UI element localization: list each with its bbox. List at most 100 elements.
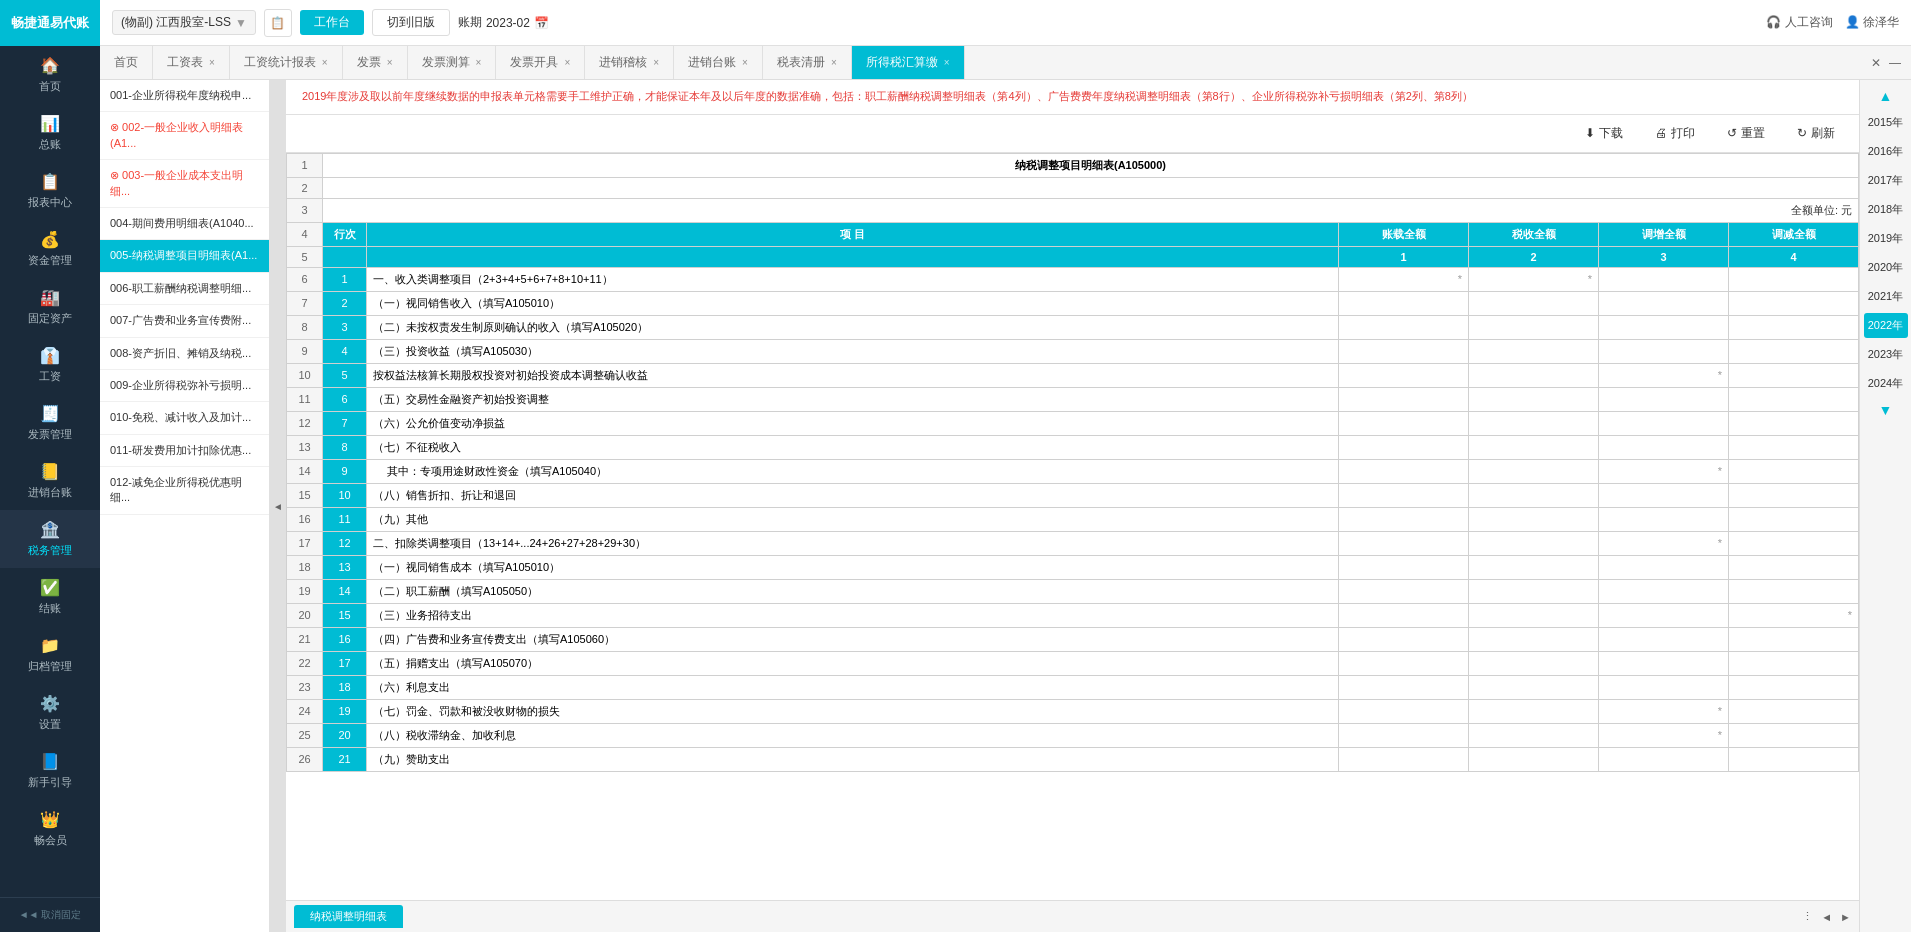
table-wrapper[interactable]: 1 纳税调整项目明细表(A105000) 2 3 全额单位 xyxy=(286,153,1859,900)
tab-invoice-open-close[interactable]: × xyxy=(564,57,570,68)
sheet-tab[interactable]: 纳税调整明细表 xyxy=(294,905,403,928)
left-panel-item-002[interactable]: 002-一般企业收入明细表(A1... xyxy=(100,112,269,160)
tab-tax-table-close[interactable]: × xyxy=(831,57,837,68)
item-text[interactable]: 一、收入类调整项目（2+3+4+5+6+7+8+10+11） xyxy=(367,267,1339,291)
tab-purchase-ledger[interactable]: 进销台账 × xyxy=(674,46,763,79)
panel-collapse-arrow[interactable]: ◄ xyxy=(270,80,286,932)
tab-invoice-open[interactable]: 发票开具 × xyxy=(496,46,585,79)
sidebar-footer[interactable]: ◄◄ 取消固定 xyxy=(0,897,100,932)
user-avatar[interactable]: 👤 徐泽华 xyxy=(1845,14,1899,31)
service-button[interactable]: 🎧 人工咨询 xyxy=(1766,14,1832,31)
tab-purchase-ledger-close[interactable]: × xyxy=(742,57,748,68)
year-2024[interactable]: 2024年 xyxy=(1864,371,1908,396)
close-all-icon[interactable]: ✕ xyxy=(1871,56,1881,70)
year-2015[interactable]: 2015年 xyxy=(1864,110,1908,135)
item-text[interactable]: （一）视同销售成本（填写A105010） xyxy=(367,555,1339,579)
sidebar-item-settings[interactable]: ⚙️ 设置 xyxy=(0,684,100,742)
horizontal-scroll-right[interactable]: ► xyxy=(1840,911,1851,923)
tab-income-tax-close[interactable]: × xyxy=(944,57,950,68)
item-text[interactable]: （七）罚金、罚款和被没收财物的损失 xyxy=(367,699,1339,723)
item-text[interactable]: （九）其他 xyxy=(367,507,1339,531)
item-text[interactable]: 其中：专项用途财政性资金（填写A105040） xyxy=(367,459,1339,483)
download-button[interactable]: ⬇ 下载 xyxy=(1577,121,1631,146)
item-text[interactable]: （四）广告费和业务宣传费支出（填写A105060） xyxy=(367,627,1339,651)
tab-purchase-check-close[interactable]: × xyxy=(653,57,659,68)
left-panel-item-006[interactable]: 006-职工薪酬纳税调整明细... xyxy=(100,273,269,305)
minimize-icon[interactable]: — xyxy=(1889,56,1901,70)
left-panel-item-007[interactable]: 007-广告费和业务宣传费附... xyxy=(100,305,269,337)
tab-salary-close[interactable]: × xyxy=(209,57,215,68)
year-2016[interactable]: 2016年 xyxy=(1864,139,1908,164)
year-2022[interactable]: 2022年 xyxy=(1864,313,1908,338)
col-num-3: 3 xyxy=(1599,246,1729,267)
left-panel-item-005[interactable]: 005-纳税调整项目明细表(A1... xyxy=(100,240,269,272)
year-2019[interactable]: 2019年 xyxy=(1864,226,1908,251)
workspace-button[interactable]: 工作台 xyxy=(300,10,364,35)
year-2021[interactable]: 2021年 xyxy=(1864,284,1908,309)
refresh-button[interactable]: ↻ 刷新 xyxy=(1789,121,1843,146)
report-icon: 📋 xyxy=(40,172,60,191)
period-selector[interactable]: 账期 2023-02 📅 xyxy=(458,14,549,31)
item-text[interactable]: （五）交易性金融资产初始投资调整 xyxy=(367,387,1339,411)
tab-salary[interactable]: 工资表 × xyxy=(153,46,230,79)
company-selector[interactable]: (物副) 江西股室-LSS ▼ xyxy=(112,10,256,35)
sidebar-item-invoice[interactable]: 🧾 发票管理 xyxy=(0,394,100,452)
left-panel-item-010[interactable]: 010-免税、减计收入及加计... xyxy=(100,402,269,434)
tab-purchase-check[interactable]: 进销稽核 × xyxy=(585,46,674,79)
year-2020[interactable]: 2020年 xyxy=(1864,255,1908,280)
table-row: 13 8 （七）不征税收入 xyxy=(287,435,1859,459)
left-panel-item-003[interactable]: 003-一般企业成本支出明细... xyxy=(100,160,269,208)
sidebar-item-assets[interactable]: 🏭 固定资产 xyxy=(0,278,100,336)
year-nav-up[interactable]: ▲ xyxy=(1864,84,1908,108)
left-panel-item-001[interactable]: 001-企业所得税年度纳税申... xyxy=(100,80,269,112)
left-panel-item-012[interactable]: 012-减免企业所得税优惠明细... xyxy=(100,467,269,515)
left-panel-item-009[interactable]: 009-企业所得税弥补亏损明... xyxy=(100,370,269,402)
tab-invoice-calc[interactable]: 发票测算 × xyxy=(408,46,497,79)
sidebar-item-ledger[interactable]: 📊 总账 xyxy=(0,104,100,162)
sidebar-item-finance[interactable]: 💰 资金管理 xyxy=(0,220,100,278)
switch-old-button[interactable]: 切到旧版 xyxy=(372,9,450,36)
sidebar-item-home[interactable]: 🏠 首页 xyxy=(0,46,100,104)
item-text[interactable]: （九）赞助支出 xyxy=(367,747,1339,771)
reset-button[interactable]: ↺ 重置 xyxy=(1719,121,1773,146)
item-text[interactable]: （七）不征税收入 xyxy=(367,435,1339,459)
tab-invoice-calc-close[interactable]: × xyxy=(476,57,482,68)
year-nav-down[interactable]: ▼ xyxy=(1864,398,1908,422)
sidebar-item-tax[interactable]: 🏦 税务管理 xyxy=(0,510,100,568)
tab-salary-report-close[interactable]: × xyxy=(322,57,328,68)
item-text[interactable]: （六）公允价值变动净损益 xyxy=(367,411,1339,435)
item-text[interactable]: （三）业务招待支出 xyxy=(367,603,1339,627)
sidebar-item-vip[interactable]: 👑 畅会员 xyxy=(0,800,100,858)
year-2018[interactable]: 2018年 xyxy=(1864,197,1908,222)
item-text[interactable]: （八）税收滞纳金、加收利息 xyxy=(367,723,1339,747)
sidebar-item-purchase[interactable]: 📒 进销台账 xyxy=(0,452,100,510)
tab-invoice-close[interactable]: × xyxy=(387,57,393,68)
item-text[interactable]: （二）职工薪酬（填写A105050） xyxy=(367,579,1339,603)
item-text[interactable]: （八）销售折扣、折让和退回 xyxy=(367,483,1339,507)
sidebar-item-closing[interactable]: ✅ 结账 xyxy=(0,568,100,626)
item-text[interactable]: （一）视同销售收入（填写A105010） xyxy=(367,291,1339,315)
item-text[interactable]: （二）未按权责发生制原则确认的收入（填写A105020） xyxy=(367,315,1339,339)
sidebar-item-guide[interactable]: 📘 新手引导 xyxy=(0,742,100,800)
left-panel-item-004[interactable]: 004-期间费用明细表(A1040... xyxy=(100,208,269,240)
tab-invoice[interactable]: 发票 × xyxy=(343,46,408,79)
tab-salary-report[interactable]: 工资统计报表 × xyxy=(230,46,343,79)
item-text[interactable]: 二、扣除类调整项目（13+14+...24+26+27+28+29+30） xyxy=(367,531,1339,555)
year-2017[interactable]: 2017年 xyxy=(1864,168,1908,193)
tab-tax-table[interactable]: 税表清册 × xyxy=(763,46,852,79)
year-2023[interactable]: 2023年 xyxy=(1864,342,1908,367)
item-text[interactable]: （六）利息支出 xyxy=(367,675,1339,699)
item-text[interactable]: 按权益法核算长期股权投资对初始投资成本调整确认收益 xyxy=(367,363,1339,387)
tab-home[interactable]: 首页 xyxy=(100,46,153,79)
sidebar-item-salary[interactable]: 👔 工资 xyxy=(0,336,100,394)
print-button[interactable]: 🖨 打印 xyxy=(1647,121,1703,146)
left-panel-item-008[interactable]: 008-资产折旧、摊销及纳税... xyxy=(100,338,269,370)
horizontal-scroll-left[interactable]: ◄ xyxy=(1821,911,1832,923)
company-info-icon[interactable]: 📋 xyxy=(264,9,292,37)
item-text[interactable]: （五）捐赠支出（填写A105070） xyxy=(367,651,1339,675)
sidebar-item-report[interactable]: 📋 报表中心 xyxy=(0,162,100,220)
left-panel-item-011[interactable]: 011-研发费用加计扣除优惠... xyxy=(100,435,269,467)
item-text[interactable]: （三）投资收益（填写A105030） xyxy=(367,339,1339,363)
sidebar-item-archive[interactable]: 📁 归档管理 xyxy=(0,626,100,684)
tab-income-tax[interactable]: 所得税汇算缴 × xyxy=(852,46,965,79)
